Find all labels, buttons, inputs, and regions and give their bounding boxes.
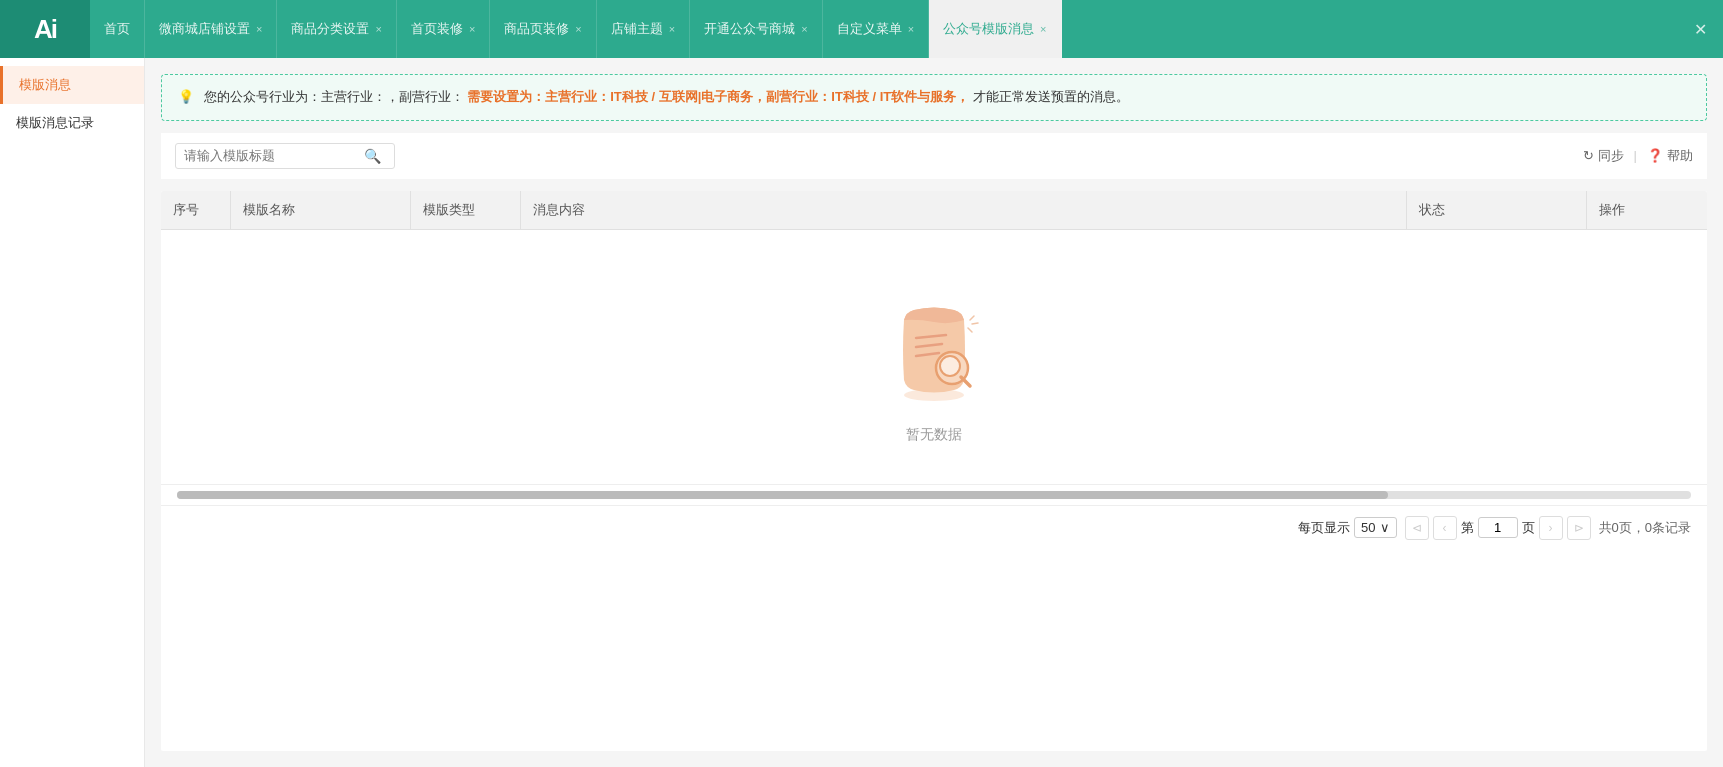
content-area: 💡 您的公众号行业为：主营行业：，副营行业： 需要设置为：主营行业：IT科技 /… bbox=[145, 58, 1723, 767]
page-suffix: 页 bbox=[1522, 519, 1535, 537]
nav-tab-theme[interactable]: 店铺主题 × bbox=[597, 0, 690, 58]
scrollbar-track[interactable] bbox=[177, 491, 1691, 499]
nav-tab-close-custommenu[interactable]: × bbox=[908, 23, 914, 35]
empty-state: 暂无数据 bbox=[161, 230, 1707, 484]
scrollbar-thumb[interactable] bbox=[177, 491, 1388, 499]
nav-tab-close-homepage[interactable]: × bbox=[469, 23, 475, 35]
prev-page-button[interactable]: ‹ bbox=[1433, 516, 1457, 540]
divider: | bbox=[1634, 148, 1637, 163]
next-page-button[interactable]: › bbox=[1539, 516, 1563, 540]
nav-tab-label: 开通公众号商城 bbox=[704, 20, 795, 38]
page-size-dropdown[interactable]: 50 ∨ bbox=[1354, 517, 1396, 538]
top-nav: Ai 首页微商城店铺设置×商品分类设置×首页装修×商品页装修×店铺主题×开通公众… bbox=[0, 0, 1723, 58]
nav-tab-label: 商品页装修 bbox=[504, 20, 569, 38]
sync-label: 同步 bbox=[1598, 147, 1624, 165]
nav-tab-close-wechat[interactable]: × bbox=[801, 23, 807, 35]
page-size-label: 每页显示 bbox=[1298, 519, 1350, 537]
search-actions: ↻ 同步 | ❓ 帮助 bbox=[1583, 147, 1693, 165]
nav-tab-label: 自定义菜单 bbox=[837, 20, 902, 38]
nav-tab-category[interactable]: 商品分类设置 × bbox=[277, 0, 396, 58]
notice-highlight: 需要设置为：主营行业：IT科技 / 互联网|电子商务，副营行业：IT科技 / I… bbox=[467, 89, 969, 104]
brand-logo: Ai bbox=[0, 0, 90, 58]
table-header-index: 序号 bbox=[161, 191, 231, 229]
scrollbar-area bbox=[161, 484, 1707, 505]
sidebar-item-template-msg[interactable]: 模版消息 bbox=[0, 66, 144, 104]
page-nav: ⊲ ‹ 第 页 › ⊳ bbox=[1405, 516, 1591, 540]
nav-tab-custommenu[interactable]: 自定义菜单 × bbox=[823, 0, 929, 58]
main-layout: 模版消息模版消息记录 💡 您的公众号行业为：主营行业：，副营行业： 需要设置为：… bbox=[0, 58, 1723, 767]
page-size-select: 每页显示 50 ∨ bbox=[1298, 517, 1396, 538]
search-input[interactable] bbox=[184, 148, 364, 163]
nav-tab-label: 公众号模版消息 bbox=[943, 20, 1034, 38]
nav-tab-close-category[interactable]: × bbox=[375, 23, 381, 35]
nav-tab-wshop[interactable]: 微商城店铺设置 × bbox=[145, 0, 277, 58]
table-header-action: 操作 bbox=[1587, 191, 1707, 229]
table-header-name: 模版名称 bbox=[231, 191, 411, 229]
first-page-button[interactable]: ⊲ bbox=[1405, 516, 1429, 540]
svg-line-9 bbox=[968, 328, 972, 332]
sync-icon: ↻ bbox=[1583, 148, 1594, 163]
nav-tab-label: 店铺主题 bbox=[611, 20, 663, 38]
nav-tab-templatemsg[interactable]: 公众号模版消息 × bbox=[929, 0, 1061, 58]
help-button[interactable]: ❓ 帮助 bbox=[1647, 147, 1693, 165]
pagination: 每页显示 50 ∨ ⊲ ‹ 第 页 › ⊳ 共0页，0条记录 bbox=[161, 505, 1707, 550]
nav-tabs: 首页微商城店铺设置×商品分类设置×首页装修×商品页装修×店铺主题×开通公众号商城… bbox=[90, 0, 1678, 58]
total-info: 共0页，0条记录 bbox=[1599, 519, 1691, 537]
search-icon[interactable]: 🔍 bbox=[364, 148, 381, 164]
last-page-button[interactable]: ⊳ bbox=[1567, 516, 1591, 540]
sync-button[interactable]: ↻ 同步 bbox=[1583, 147, 1624, 165]
nav-tab-label: 首页装修 bbox=[411, 20, 463, 38]
nav-tab-close-theme[interactable]: × bbox=[669, 23, 675, 35]
table-container: 序号模版名称模版类型消息内容状态操作 bbox=[161, 191, 1707, 751]
table-header-content: 消息内容 bbox=[521, 191, 1407, 229]
help-icon: ❓ bbox=[1647, 148, 1663, 163]
table-header-status: 状态 bbox=[1407, 191, 1587, 229]
search-bar: 🔍 ↻ 同步 | ❓ 帮助 bbox=[161, 133, 1707, 179]
notice-prefix: 您的公众号行业为：主营行业：，副营行业： bbox=[204, 89, 464, 104]
help-label: 帮助 bbox=[1667, 147, 1693, 165]
nav-tab-productpage[interactable]: 商品页装修 × bbox=[490, 0, 596, 58]
page-number-input[interactable] bbox=[1478, 517, 1518, 538]
nav-tab-label: 商品分类设置 bbox=[291, 20, 369, 38]
current-page-label: 第 bbox=[1461, 519, 1474, 537]
sidebar-item-template-record[interactable]: 模版消息记录 bbox=[0, 104, 144, 142]
svg-line-8 bbox=[972, 323, 978, 324]
svg-line-7 bbox=[970, 316, 974, 320]
table-header-type: 模版类型 bbox=[411, 191, 521, 229]
chevron-down-icon: ∨ bbox=[1380, 520, 1390, 535]
empty-state-icon bbox=[874, 290, 994, 410]
nav-tab-label: 首页 bbox=[104, 20, 130, 38]
sidebar: 模版消息模版消息记录 bbox=[0, 58, 145, 767]
table-header: 序号模版名称模版类型消息内容状态操作 bbox=[161, 191, 1707, 230]
nav-tab-close-wshop[interactable]: × bbox=[256, 23, 262, 35]
nav-tab-home[interactable]: 首页 bbox=[90, 0, 145, 58]
lightbulb-icon: 💡 bbox=[178, 89, 194, 104]
empty-text: 暂无数据 bbox=[906, 426, 962, 444]
nav-tab-wechat[interactable]: 开通公众号商城 × bbox=[690, 0, 822, 58]
search-input-wrap[interactable]: 🔍 bbox=[175, 143, 395, 169]
notice-suffix: 才能正常发送预置的消息。 bbox=[973, 89, 1129, 104]
global-close-button[interactable]: ✕ bbox=[1678, 0, 1723, 58]
notice-box: 💡 您的公众号行业为：主营行业：，副营行业： 需要设置为：主营行业：IT科技 /… bbox=[161, 74, 1707, 121]
nav-tab-close-templatemsg[interactable]: × bbox=[1040, 23, 1046, 35]
page-size-value: 50 bbox=[1361, 520, 1375, 535]
nav-tab-homepage[interactable]: 首页装修 × bbox=[397, 0, 490, 58]
svg-point-5 bbox=[940, 356, 960, 376]
nav-tab-label: 微商城店铺设置 bbox=[159, 20, 250, 38]
nav-tab-close-productpage[interactable]: × bbox=[575, 23, 581, 35]
